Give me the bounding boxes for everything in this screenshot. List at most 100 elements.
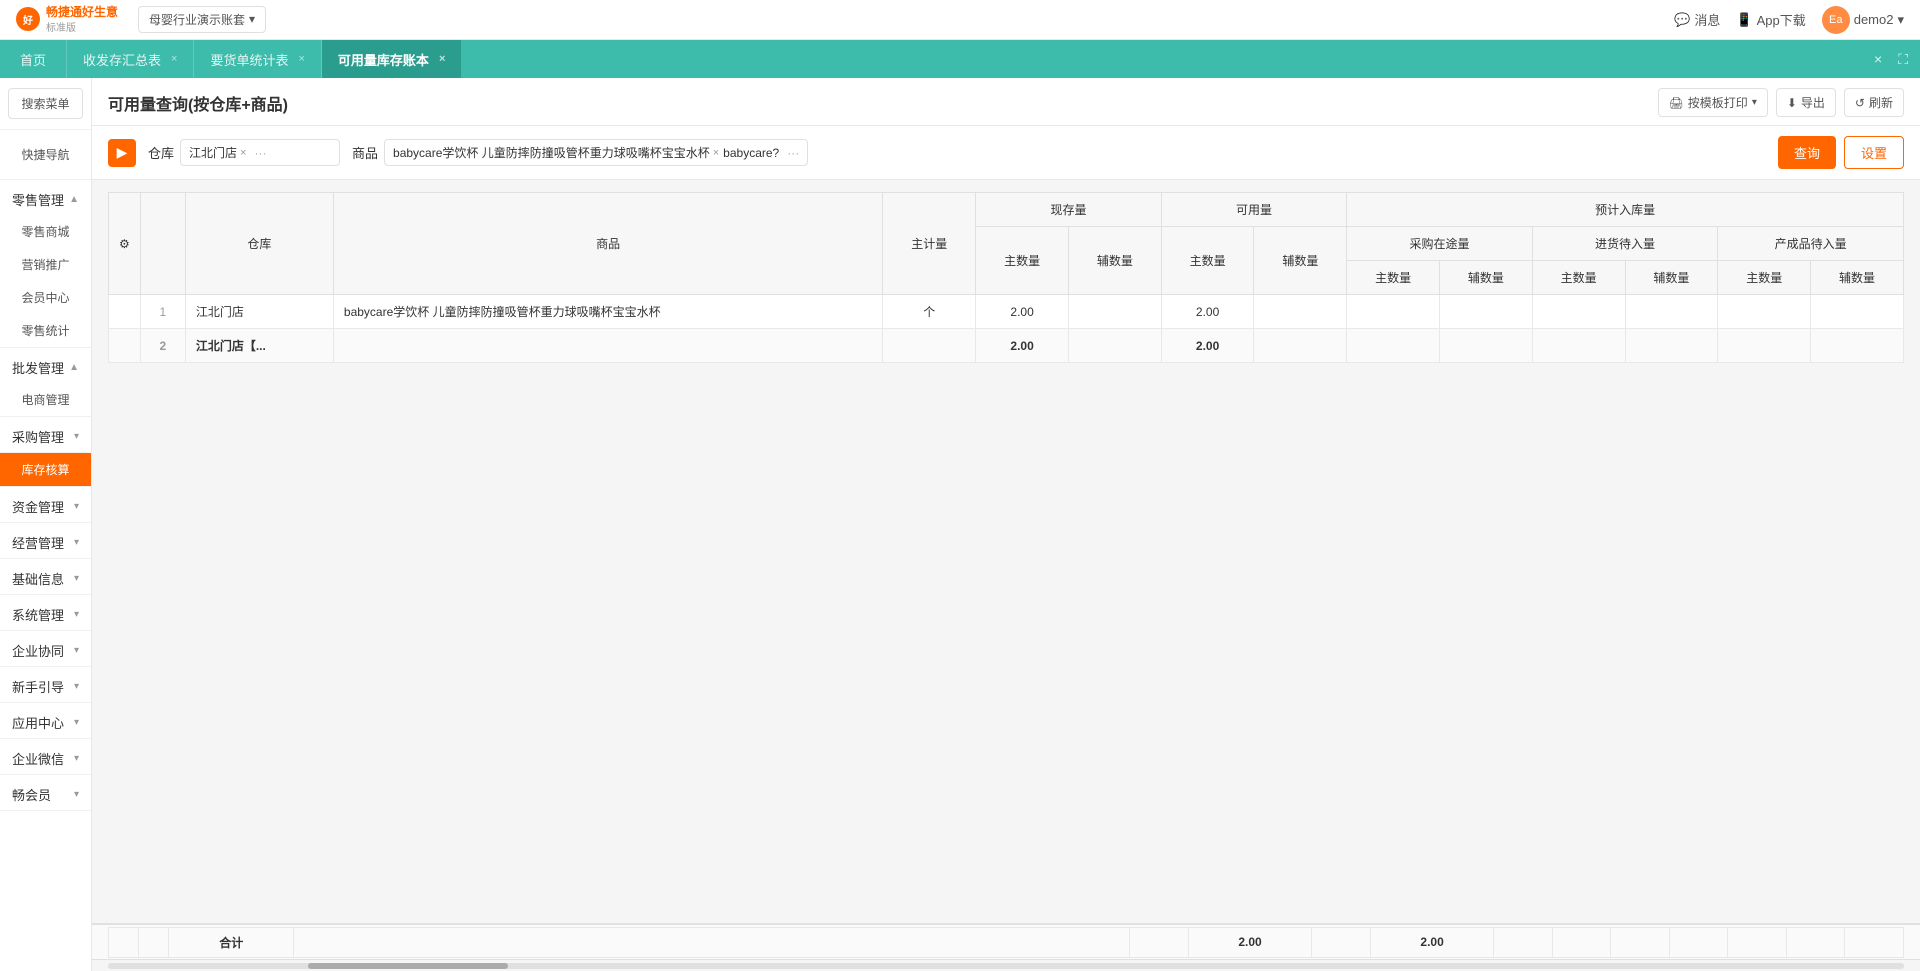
message-btn[interactable]: 💬 消息 — [1674, 10, 1720, 29]
newguide-arrow-icon: ▾ — [74, 681, 79, 692]
print-label: 按模板打印 — [1688, 94, 1748, 111]
sidebar-section-enterprise-title[interactable]: 企业协同 ▾ — [0, 631, 91, 666]
print-template-btn[interactable]: 🖨 按模板打印 ▾ — [1658, 88, 1768, 117]
warehouse-dots: ··· — [254, 146, 266, 160]
refresh-btn[interactable]: ↺ 刷新 — [1844, 88, 1904, 117]
row1-production-aux — [1811, 295, 1904, 329]
warehouse-tag-remove[interactable]: × — [240, 147, 246, 159]
product-tag1-remove[interactable]: × — [713, 147, 719, 159]
sidebar-item-ecommerce[interactable]: 电商管理 — [0, 383, 91, 416]
filter-actions: 查询 设置 — [1778, 136, 1904, 169]
scroll-thumb[interactable] — [308, 963, 508, 969]
th-available-main: 主数量 — [1161, 227, 1254, 295]
footer-purchase-main — [1552, 927, 1611, 957]
enterprise-arrow-icon: ▾ — [74, 645, 79, 656]
product-tag1: babycare学饮杯 儿童防摔防撞吸管杯重力球吸嘴杯宝宝水杯 × — [393, 144, 719, 161]
sidebar-section-enterprise-label: 企业协同 — [12, 641, 64, 660]
sidebar-section-newguide-title[interactable]: 新手引导 ▾ — [0, 667, 91, 702]
sidebar-section-newguide: 新手引导 ▾ — [0, 667, 91, 703]
sidebar-section-purchase: 采购管理 ▾ — [0, 417, 91, 453]
tab-available[interactable]: 可用量库存账本 × — [322, 40, 462, 78]
user-menu[interactable]: Ea demo2 ▾ — [1822, 6, 1904, 34]
logo: 好 畅捷通好生意 标准版 — [16, 5, 118, 34]
row2-incoming-main — [1532, 329, 1625, 363]
app-download-btn[interactable]: 📱 App下载 — [1736, 10, 1805, 29]
th-purchase-aux: 辅数量 — [1440, 261, 1533, 295]
th-unit: 主计量 — [883, 193, 976, 295]
sidebar-section-operation-label: 经营管理 — [12, 533, 64, 552]
footer-product — [294, 927, 1130, 957]
tab-home[interactable]: 首页 — [0, 40, 67, 78]
sidebar-item-online-store[interactable]: 零售商城 — [0, 215, 91, 248]
row2-index: 2 — [140, 329, 185, 363]
th-production-group: 产成品待入量 — [1718, 227, 1904, 261]
bottom-scrollbar[interactable] — [92, 959, 1920, 971]
query-btn[interactable]: 查询 — [1778, 136, 1836, 169]
sidebar-section-member-title[interactable]: 畅会员 ▾ — [0, 775, 91, 810]
sidebar-section-purchase-title[interactable]: 采购管理 ▾ — [0, 417, 91, 452]
page-actions: 🖨 按模板打印 ▾ ⬇ 导出 ↺ 刷新 — [1658, 88, 1904, 117]
tab-available-label: 可用量库存账本 — [338, 50, 429, 69]
sidebar-section-appcenter-title[interactable]: 应用中心 ▾ — [0, 703, 91, 738]
row2-purchase-main — [1347, 329, 1440, 363]
sidebar-section-finance-title[interactable]: 资金管理 ▾ — [0, 487, 91, 522]
tab-collect-close[interactable]: × — [171, 53, 177, 65]
th-stock-main: 主数量 — [976, 227, 1069, 295]
sidebar-item-retail-stats[interactable]: 零售统计 — [0, 314, 91, 347]
product-tag1-value: babycare学饮杯 儿童防摔防撞吸管杯重力球吸嘴杯宝宝水杯 — [393, 144, 710, 161]
tab-order-close[interactable]: × — [298, 53, 304, 65]
th-expected-group: 预计入库量 — [1347, 193, 1904, 227]
sidebar-section-wholesale-title[interactable]: 批发管理 ▲ — [0, 348, 91, 383]
refresh-label: 刷新 — [1869, 94, 1893, 111]
sidebar-section-system-title[interactable]: 系统管理 ▾ — [0, 595, 91, 630]
tab-collect[interactable]: 收发存汇总表 × — [67, 40, 194, 78]
sidebar-item-marketing[interactable]: 营销推广 — [0, 248, 91, 281]
product-tag2-value: babycare? — [723, 146, 779, 160]
warehouse-label: 仓库 — [148, 143, 174, 162]
footer-incoming-aux — [1728, 927, 1787, 957]
sidebar-nav: 快捷导航 — [0, 130, 91, 180]
sidebar-section-wechat: 企业微信 ▾ — [0, 739, 91, 775]
sidebar-section-basic-title[interactable]: 基础信息 ▾ — [0, 559, 91, 594]
system-arrow-icon: ▾ — [74, 609, 79, 620]
search-menu-btn[interactable]: 搜索菜单 — [8, 88, 83, 119]
th-product: 商品 — [333, 193, 883, 295]
filter-toggle-btn[interactable]: ▶ — [108, 139, 136, 167]
sidebar-item-inventory[interactable]: 库存核算 — [0, 453, 91, 486]
footer-settings — [109, 927, 139, 957]
sidebar-section-retail-label: 零售管理 — [12, 190, 64, 209]
export-btn[interactable]: ⬇ 导出 — [1776, 88, 1836, 117]
sidebar-section-retail-title[interactable]: 零售管理 ▲ — [0, 180, 91, 215]
page-title: 可用量查询(按仓库+商品) — [108, 91, 288, 115]
sidebar-section-purchase-label: 采购管理 — [12, 427, 64, 446]
warehouse-input[interactable]: 江北门店 × ··· — [180, 139, 340, 166]
close-all-btn[interactable]: × — [1870, 47, 1886, 71]
row1-available-aux — [1254, 295, 1347, 329]
product-tag2: babycare? — [723, 146, 779, 160]
footer-incoming-main — [1669, 927, 1728, 957]
row2-incoming-aux — [1625, 329, 1718, 363]
sidebar-section-wechat-title[interactable]: 企业微信 ▾ — [0, 739, 91, 774]
th-settings[interactable]: ⚙ — [109, 193, 141, 295]
warehouse-tag: 江北门店 × — [189, 144, 246, 161]
row1-stock-main: 2.00 — [976, 295, 1069, 329]
sidebar-section-operation-title[interactable]: 经营管理 ▾ — [0, 523, 91, 558]
tab-available-close[interactable]: × — [439, 53, 445, 65]
industry-selector[interactable]: 母婴行业演示账套 ▾ — [138, 6, 266, 33]
tab-order[interactable]: 要货单统计表 × — [194, 40, 321, 78]
fullscreen-btn[interactable]: ⛶ — [1894, 47, 1912, 72]
sidebar-section-basic-label: 基础信息 — [12, 569, 64, 588]
sidebar-item-members[interactable]: 会员中心 — [0, 281, 91, 314]
message-label: 消息 — [1694, 10, 1720, 29]
setting-btn[interactable]: 设置 — [1844, 136, 1904, 169]
th-production-main: 主数量 — [1718, 261, 1811, 295]
app-icon: 📱 — [1736, 12, 1752, 28]
row2-available-aux — [1254, 329, 1347, 363]
purchase-arrow-icon: ▾ — [74, 431, 79, 442]
row2-warehouse: 江北门店【... — [185, 329, 333, 363]
sidebar-item-quicknav[interactable]: 快捷导航 — [0, 138, 91, 171]
row2-stock-aux — [1068, 329, 1161, 363]
user-label: demo2 — [1854, 12, 1894, 27]
product-input[interactable]: babycare学饮杯 儿童防摔防撞吸管杯重力球吸嘴杯宝宝水杯 × babyca… — [384, 139, 808, 166]
row1-available-main: 2.00 — [1161, 295, 1254, 329]
